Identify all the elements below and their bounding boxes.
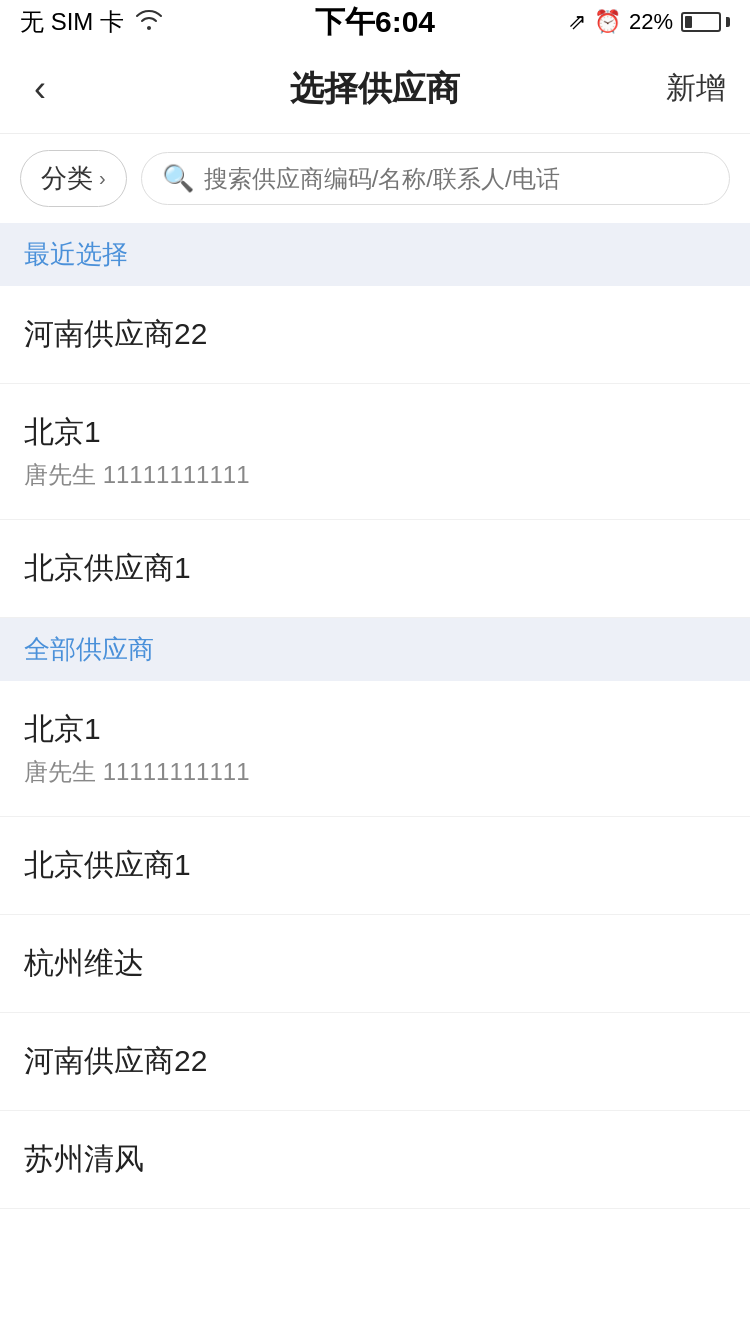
item-name: 北京1	[24, 709, 726, 750]
carrier-label: 无 SIM 卡	[20, 6, 124, 38]
add-button[interactable]: 新增	[666, 68, 726, 109]
recent-list: 河南供应商22 北京1 唐先生 11111111111 北京供应商1	[0, 286, 750, 618]
item-name: 杭州维达	[24, 943, 726, 984]
back-button[interactable]: ‹	[24, 58, 56, 120]
recent-list-item[interactable]: 河南供应商22	[0, 286, 750, 384]
battery-percent: 22%	[629, 9, 673, 35]
search-icon: 🔍	[162, 163, 194, 194]
item-name: 河南供应商22	[24, 314, 726, 355]
wifi-icon	[134, 8, 164, 36]
status-time: 下午6:04	[315, 2, 435, 43]
recent-section-header: 最近选择	[0, 223, 750, 286]
item-name: 河南供应商22	[24, 1041, 726, 1082]
search-box: 🔍	[141, 152, 730, 205]
status-bar: 无 SIM 卡 下午6:04 ⇗ ⏰ 22%	[0, 0, 750, 44]
item-name: 北京供应商1	[24, 548, 726, 589]
search-input[interactable]	[204, 165, 709, 193]
status-right: ⇗ ⏰ 22%	[568, 9, 730, 35]
all-section-header: 全部供应商	[0, 618, 750, 681]
category-label: 分类	[41, 161, 93, 196]
chevron-right-icon: ›	[99, 167, 106, 190]
alarm-icon: ⏰	[594, 9, 621, 35]
location-icon: ⇗	[568, 9, 586, 35]
nav-bar: ‹ 选择供应商 新增	[0, 44, 750, 134]
recent-section-label: 最近选择	[24, 239, 128, 269]
item-name: 北京供应商1	[24, 845, 726, 886]
filter-bar: 分类 › 🔍	[0, 134, 750, 223]
all-list-item[interactable]: 北京1 唐先生 11111111111	[0, 681, 750, 817]
recent-list-item[interactable]: 北京1 唐先生 11111111111	[0, 384, 750, 520]
all-list: 北京1 唐先生 11111111111 北京供应商1 杭州维达河南供应商22 苏州清风	[0, 681, 750, 1209]
item-contact: 唐先生 11111111111	[24, 756, 726, 788]
page-title: 选择供应商	[290, 66, 460, 112]
item-contact: 唐先生 11111111111	[24, 459, 726, 491]
all-list-item[interactable]: 北京供应商1	[0, 817, 750, 915]
item-name: 苏州清风	[24, 1139, 726, 1180]
category-button[interactable]: 分类 ›	[20, 150, 127, 207]
all-list-item[interactable]: 苏州清风	[0, 1111, 750, 1209]
status-left: 无 SIM 卡	[20, 6, 164, 38]
recent-list-item[interactable]: 北京供应商1	[0, 520, 750, 618]
all-list-item[interactable]: 杭州维达	[0, 915, 750, 1013]
all-list-item[interactable]: 河南供应商22	[0, 1013, 750, 1111]
item-name: 北京1	[24, 412, 726, 453]
all-section-label: 全部供应商	[24, 634, 154, 664]
battery-indicator	[681, 12, 730, 32]
